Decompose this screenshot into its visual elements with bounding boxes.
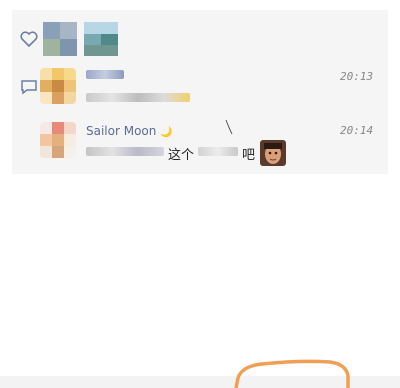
- commenter-name[interactable]: Sailor Moon 🌙: [86, 124, 173, 138]
- moon-emoji: 🌙: [160, 127, 173, 138]
- commenter-name-blurred[interactable]: [86, 70, 124, 79]
- liker-avatar[interactable]: [84, 22, 118, 56]
- comment-time: 20:14: [340, 124, 374, 137]
- comment-text-blurred: [198, 147, 238, 156]
- sticker-image[interactable]: [260, 140, 286, 166]
- comment-text-fragment: 吧: [242, 148, 256, 163]
- commenter-name-text: Sailor Moon: [86, 124, 157, 138]
- liker-avatar[interactable]: [43, 22, 77, 56]
- comment-time: 20:13: [340, 70, 374, 83]
- commenter-avatar[interactable]: [40, 68, 76, 104]
- comment-text-blurred: [86, 93, 190, 102]
- bottom-bar: [0, 376, 400, 388]
- comment-text-blurred: [86, 147, 164, 156]
- heart-icon: [20, 31, 38, 51]
- comment-icon: [20, 79, 38, 99]
- commenter-avatar[interactable]: [40, 122, 76, 158]
- comment-text-fragment: 这个: [168, 148, 195, 163]
